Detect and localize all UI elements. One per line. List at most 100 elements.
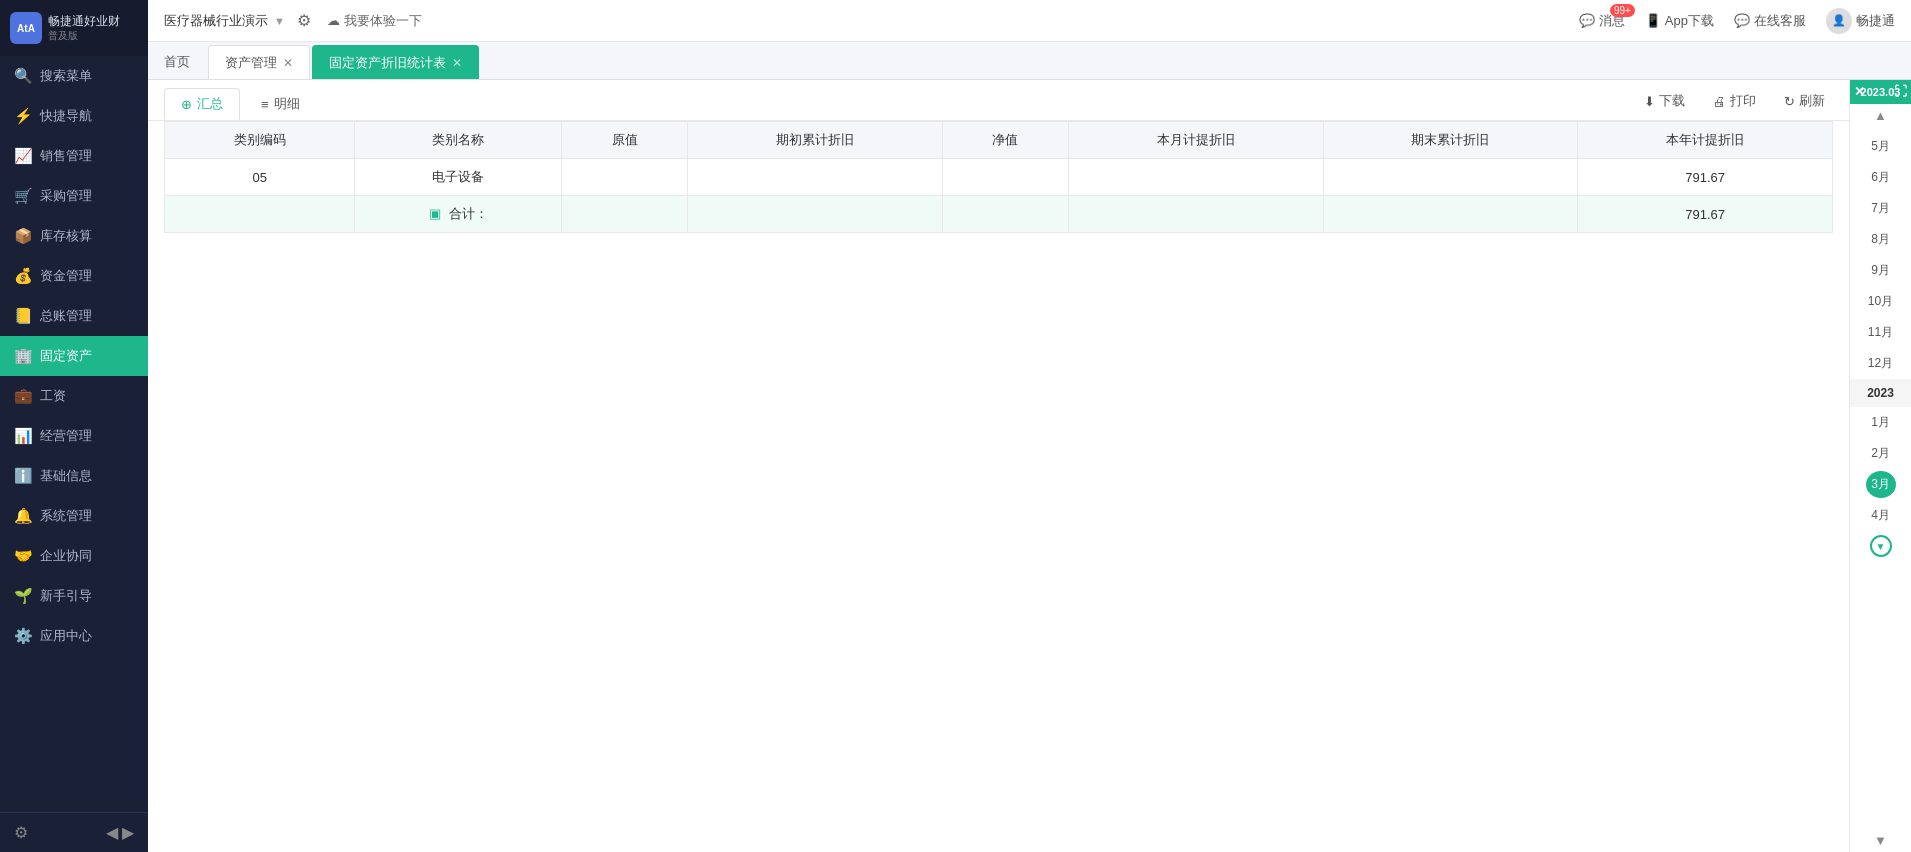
- sidebar-item-operations[interactable]: 📊 经营管理: [0, 416, 148, 456]
- sidebar-item-system[interactable]: 🔔 系统管理: [0, 496, 148, 536]
- content-area: ⊕ 汇总 ≡ 明细 ⬇ 下载 🖨 打印: [148, 80, 1849, 852]
- experience-label: 我要体验一下: [344, 12, 422, 30]
- avatar: 👤: [1826, 8, 1852, 34]
- sidebar-item-label: 企业协同: [40, 547, 92, 565]
- operations-icon: 📊: [14, 427, 32, 445]
- sidebar: AtA 畅捷通好业财 普及版 🔍 搜索菜单 ⚡ 快捷导航 📈 销售管理 🛒 采购…: [0, 0, 148, 852]
- sidebar-item-sales[interactable]: 📈 销售管理: [0, 136, 148, 176]
- month-item[interactable]: 5月: [1850, 131, 1911, 162]
- sidebar-item-label: 搜索菜单: [40, 67, 92, 85]
- month-item[interactable]: 12月: [1850, 348, 1911, 379]
- sidebar-item-search[interactable]: 🔍 搜索菜单: [0, 56, 148, 96]
- app-download-button[interactable]: 📱 App下载: [1645, 12, 1714, 30]
- tab-asset-mgmt-close[interactable]: ✕: [283, 56, 293, 70]
- purchase-icon: 🛒: [14, 187, 32, 205]
- tab-depreciation-close[interactable]: ✕: [452, 56, 462, 70]
- sidebar-item-label: 资金管理: [40, 267, 92, 285]
- sidebar-item-ledger[interactable]: 📒 总账管理: [0, 296, 148, 336]
- tab-depreciation-label: 固定资产折旧统计表: [329, 54, 446, 72]
- month-item[interactable]: 7月: [1850, 193, 1911, 224]
- refresh-button[interactable]: ↻ 刷新: [1776, 88, 1833, 114]
- sidebar-item-basic-info[interactable]: ℹ️ 基础信息: [0, 456, 148, 496]
- sidebar-logo: AtA 畅捷通好业财 普及版: [0, 0, 148, 56]
- sidebar-item-funds[interactable]: 💰 资金管理: [0, 256, 148, 296]
- basic-info-icon: ℹ️: [14, 467, 32, 485]
- refresh-icon: ↻: [1784, 94, 1795, 109]
- download-button[interactable]: ⬇ 下载: [1636, 88, 1693, 114]
- month-item[interactable]: 9月: [1850, 255, 1911, 286]
- month-item[interactable]: 6月: [1850, 162, 1911, 193]
- toolbar: ⬇ 下载 🖨 打印 ↻ 刷新: [1636, 88, 1833, 120]
- tab-depreciation[interactable]: 固定资产折旧统计表 ✕: [312, 45, 479, 79]
- panel-up-button[interactable]: ▲: [1850, 104, 1911, 127]
- system-icon: 🔔: [14, 507, 32, 525]
- summary-icon: ⊕: [181, 97, 192, 112]
- depreciation-table: 类别编码 类别名称 原值 期初累计折旧 净值 本月计提折旧 期末累计折旧 本年计…: [164, 121, 1833, 233]
- tab-home-label: 首页: [164, 53, 190, 71]
- sidebar-item-fixed-assets[interactable]: 🏢 固定资产: [0, 336, 148, 376]
- panel-down-button[interactable]: ▼: [1850, 829, 1911, 852]
- panel-expand-button[interactable]: ⛶: [1894, 84, 1907, 99]
- sub-tab-summary-label: 汇总: [197, 95, 223, 113]
- sidebar-item-guide[interactable]: 🌱 新手引导: [0, 576, 148, 616]
- col-original: 原值: [562, 122, 688, 159]
- tab-asset-mgmt[interactable]: 资产管理 ✕: [208, 45, 310, 79]
- user-menu[interactable]: 👤 畅捷通: [1826, 8, 1895, 34]
- search-icon: 🔍: [14, 67, 32, 85]
- sidebar-item-purchase[interactable]: 🛒 采购管理: [0, 176, 148, 216]
- sidebar-item-label: 经营管理: [40, 427, 92, 445]
- col-accumulated: 期初累计折旧: [688, 122, 943, 159]
- app-subtitle: 普及版: [48, 29, 120, 43]
- settings-icon[interactable]: ⚙: [14, 823, 28, 842]
- col-code: 类别编码: [165, 122, 355, 159]
- messages-button[interactable]: 💬 消息 99+: [1579, 12, 1625, 30]
- panel-close-button[interactable]: ✕: [1854, 84, 1865, 99]
- collapse-icon[interactable]: ◀ ▶: [106, 823, 134, 842]
- total-row: ▣ 合计： 791.67: [165, 196, 1833, 233]
- total-net: [942, 196, 1068, 233]
- online-service-label: 在线客服: [1754, 12, 1806, 30]
- detail-icon: ≡: [261, 97, 269, 112]
- col-monthly: 本月计提折旧: [1068, 122, 1323, 159]
- experience-button[interactable]: ☁ 我要体验一下: [327, 12, 422, 30]
- sub-tab-detail[interactable]: ≡ 明细: [244, 88, 317, 120]
- company-dropdown-arrow: ▼: [274, 15, 285, 27]
- topbar: 医疗器械行业演示 ▼ ⚙ ☁ 我要体验一下 💬 消息 99+ 📱 App下载 💬…: [148, 0, 1911, 42]
- quick-nav-icon: ⚡: [14, 107, 32, 125]
- month-item[interactable]: 2月: [1850, 438, 1911, 469]
- panel-down-circle[interactable]: ▼: [1870, 535, 1892, 557]
- month-item-active[interactable]: 3月: [1866, 471, 1896, 498]
- sales-icon: 📈: [14, 147, 32, 165]
- fixed-assets-icon: 🏢: [14, 347, 32, 365]
- sidebar-item-enterprise[interactable]: 🤝 企业协同: [0, 536, 148, 576]
- app-download-label: App下载: [1665, 12, 1714, 30]
- logo-icon: AtA: [10, 12, 42, 44]
- total-icon: ▣: [429, 206, 441, 221]
- sub-tab-summary[interactable]: ⊕ 汇总: [164, 88, 240, 120]
- tab-home[interactable]: 首页: [148, 45, 206, 79]
- print-label: 打印: [1730, 92, 1756, 110]
- sidebar-item-label: 销售管理: [40, 147, 92, 165]
- company-selector[interactable]: 医疗器械行业演示 ▼: [164, 12, 285, 30]
- month-item[interactable]: 11月: [1850, 317, 1911, 348]
- sidebar-item-label: 总账管理: [40, 307, 92, 325]
- online-service-button[interactable]: 💬 在线客服: [1734, 12, 1806, 30]
- sidebar-item-label: 快捷导航: [40, 107, 92, 125]
- topbar-settings-icon[interactable]: ⚙: [297, 11, 311, 30]
- row-period-end: [1323, 159, 1578, 196]
- company-name: 医疗器械行业演示: [164, 12, 268, 30]
- month-item[interactable]: 8月: [1850, 224, 1911, 255]
- month-item[interactable]: 4月: [1850, 500, 1911, 531]
- sidebar-item-inventory[interactable]: 📦 库存核算: [0, 216, 148, 256]
- total-annual: 791.67: [1578, 196, 1833, 233]
- row-code: 05: [165, 159, 355, 196]
- table-wrap: 类别编码 类别名称 原值 期初累计折旧 净值 本月计提折旧 期末累计折旧 本年计…: [148, 121, 1849, 852]
- sidebar-item-wages[interactable]: 💼 工资: [0, 376, 148, 416]
- sidebar-item-quick-nav[interactable]: ⚡ 快捷导航: [0, 96, 148, 136]
- col-annual: 本年计提折旧: [1578, 122, 1833, 159]
- month-item[interactable]: 1月: [1850, 407, 1911, 438]
- sidebar-item-app-center[interactable]: ⚙️ 应用中心: [0, 616, 148, 656]
- month-item[interactable]: 10月: [1850, 286, 1911, 317]
- print-button[interactable]: 🖨 打印: [1705, 88, 1764, 114]
- experience-icon: ☁: [327, 13, 340, 28]
